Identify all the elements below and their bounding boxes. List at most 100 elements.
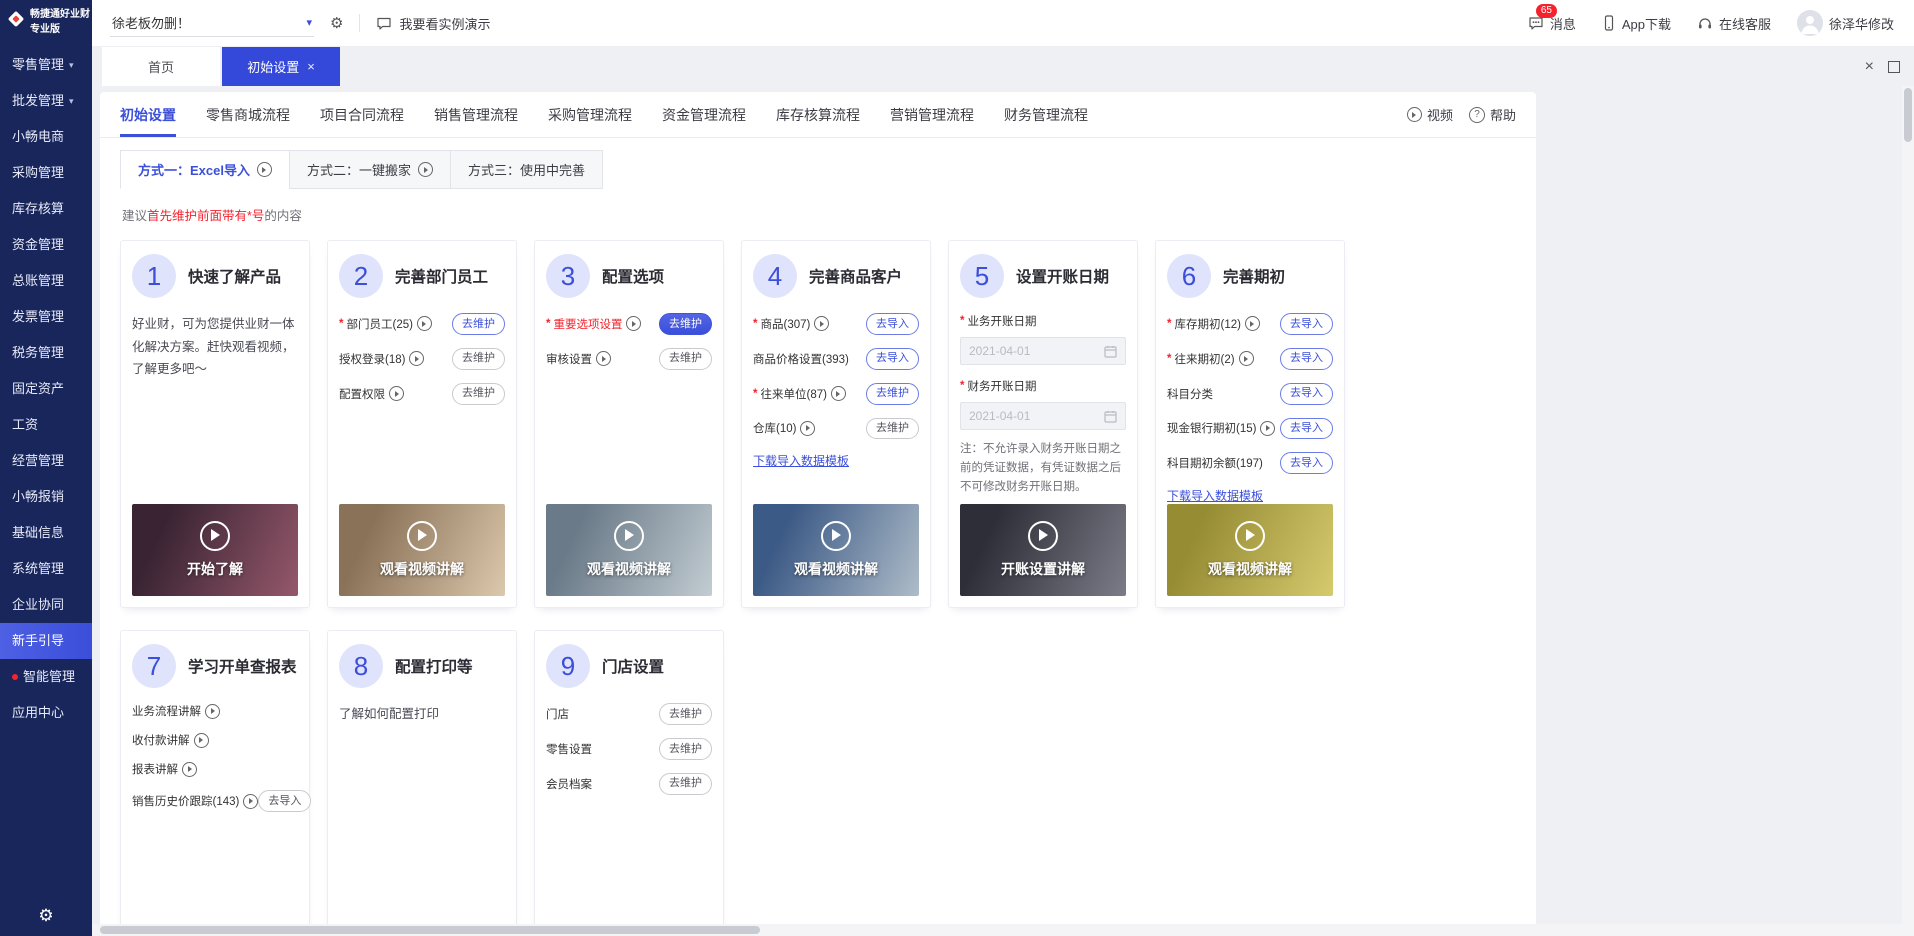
play-icon[interactable] [243,793,259,809]
sidebar-item[interactable]: 经营管理 [0,443,92,479]
play-icon[interactable] [596,351,611,367]
vertical-scrollbar[interactable] [1902,86,1914,924]
action-button[interactable]: 去维护 [452,347,505,370]
horizontal-scrollbar-thumb[interactable] [100,926,760,934]
action-button[interactable]: 去导入 [1280,347,1333,370]
required-asterisk: * [1167,352,1172,365]
content-nav-tab[interactable]: 财务管理流程 [1004,92,1088,137]
play-icon[interactable] [800,420,816,436]
download-template-link[interactable]: 下载导入数据模板 [753,452,849,469]
video-thumbnail[interactable]: 观看视频讲解 [1167,504,1333,597]
video-thumbnail[interactable]: 开账设置讲解 [960,504,1126,597]
video-thumbnail[interactable]: 开始了解 [132,504,298,597]
sidebar-item[interactable]: 企业协同 [0,587,92,623]
sidebar-item[interactable]: 税务管理 [0,335,92,371]
help-button[interactable]: ? 帮助 [1468,105,1516,124]
content-nav-tab[interactable]: 资金管理流程 [662,92,746,137]
play-icon[interactable] [814,316,830,332]
play-icon[interactable] [1244,316,1260,332]
sidebar-item[interactable]: 基础信息 [0,515,92,551]
play-icon[interactable] [1238,351,1254,367]
play-icon[interactable] [389,386,404,402]
vertical-scrollbar-thumb[interactable] [1904,88,1912,142]
app-download-button[interactable]: App下载 [1602,14,1671,33]
user-menu[interactable]: 徐泽华修改 [1796,10,1894,36]
sidebar-item[interactable]: 零售管理 ▾ [0,47,92,83]
action-button[interactable]: 去导入 [866,313,919,335]
content-nav-tab[interactable]: 销售管理流程 [434,92,518,137]
video-thumbnail[interactable]: 观看视频讲解 [339,504,505,597]
content-nav-tab[interactable]: 库存核算流程 [776,92,860,137]
sidebar-item[interactable]: 发票管理 [0,299,92,335]
content-nav-tab[interactable]: 项目合同流程 [320,92,404,137]
method-tab-label: 方式一：Excel导入 [138,163,250,178]
sidebar-item[interactable]: 系统管理 [0,551,92,587]
window-tab[interactable]: 首页 [102,47,220,86]
action-button[interactable]: 去导入 [866,347,919,370]
horizontal-scrollbar[interactable] [92,924,1902,936]
play-icon[interactable] [182,761,197,777]
play-icon[interactable] [409,351,425,367]
sidebar-item[interactable]: 智能管理 [0,659,92,695]
action-button[interactable]: 去维护 [866,382,919,405]
method-tabs: 方式一：Excel导入 方式二：一键搬家 方式三：使用中完善 [120,150,1516,189]
close-tab-icon[interactable]: × [307,59,315,74]
setup-item: 收付款讲解 [132,732,298,748]
video-thumbnail[interactable]: 观看视频讲解 [753,504,919,597]
sidebar-item[interactable]: 批发管理 ▾ [0,83,92,119]
messages-button[interactable]: 65 消息 [1528,3,1576,33]
window-tab[interactable]: 初始设置 × [222,47,340,86]
action-button[interactable]: 去维护 [866,417,919,440]
play-icon[interactable] [193,732,209,748]
sidebar-item[interactable]: 小畅报销 [0,479,92,515]
online-support-button[interactable]: 在线客服 [1697,14,1771,33]
theme-gear-icon[interactable]: ⚙ [330,14,343,32]
content-nav-tab[interactable]: 零售商城流程 [206,92,290,137]
method-tab[interactable]: 方式三：使用中完善 [450,150,604,189]
action-button[interactable]: 去维护 [452,382,505,405]
action-button[interactable]: 去维护 [452,313,505,335]
sidebar-item[interactable]: 小畅电商 [0,119,92,155]
sidebar-item[interactable]: 工资 [0,407,92,443]
play-icon[interactable] [830,386,846,402]
close-all-icon[interactable]: × [1865,58,1874,76]
card-title: 学习开单查报表 [188,659,297,677]
play-icon[interactable] [626,316,642,332]
company-selector[interactable]: 徐老板勿删！ ▾ [110,9,314,37]
action-button[interactable]: 去维护 [659,347,712,370]
action-button[interactable]: 去导入 [1280,382,1333,405]
demo-link[interactable]: 我要看实例演示 [376,14,490,33]
sidebar-item[interactable]: 采购管理 [0,155,92,191]
action-button[interactable]: 去导入 [1280,313,1333,335]
action-button[interactable]: 去维护 [659,738,712,760]
action-button[interactable]: 去导入 [1280,452,1333,475]
action-button[interactable]: 去维护 [659,703,712,726]
sidebar-item[interactable]: 总账管理 [0,263,92,299]
action-button[interactable]: 去维护 [659,772,712,795]
date-input[interactable]: 2021-04-01 [960,402,1126,430]
maximize-icon[interactable] [1888,60,1900,73]
play-icon[interactable] [205,703,220,719]
play-icon[interactable] [416,316,432,332]
content-nav-tab[interactable]: 初始设置 [120,92,176,137]
content-nav-tab[interactable]: 采购管理流程 [548,92,632,137]
date-input[interactable]: 2021-04-01 [960,337,1126,365]
action-button[interactable]: 去导入 [1280,417,1333,440]
window-tab-label: 初始设置 [247,60,300,75]
sidebar-settings-gear-icon[interactable]: ⚙ [0,906,92,926]
video-thumbnail[interactable]: 观看视频讲解 [546,504,712,597]
content-panel: 初始设置 零售商城流程 项目合同流程 销售管理流程 采购管理流程 资金管理流程 库存核算流程… [100,92,1536,924]
download-template-link[interactable]: 下载导入数据模板 [1167,487,1263,504]
action-button[interactable]: 去导入 [258,790,312,813]
sidebar-item[interactable]: 固定资产 [0,371,92,407]
method-tab[interactable]: 方式二：一键搬家 [288,150,451,189]
content-nav-tab[interactable]: 营销管理流程 [890,92,974,137]
sidebar-item[interactable]: 应用中心 [0,695,92,731]
play-icon[interactable] [1260,420,1276,436]
sidebar-item[interactable]: 资金管理 [0,227,92,263]
video-help-button[interactable]: 视频 [1406,105,1453,124]
method-tab[interactable]: 方式一：Excel导入 [120,150,290,189]
action-button[interactable]: 去维护 [659,313,712,335]
sidebar-item[interactable]: 新手引导 [0,623,92,659]
sidebar-item[interactable]: 库存核算 [0,191,92,227]
